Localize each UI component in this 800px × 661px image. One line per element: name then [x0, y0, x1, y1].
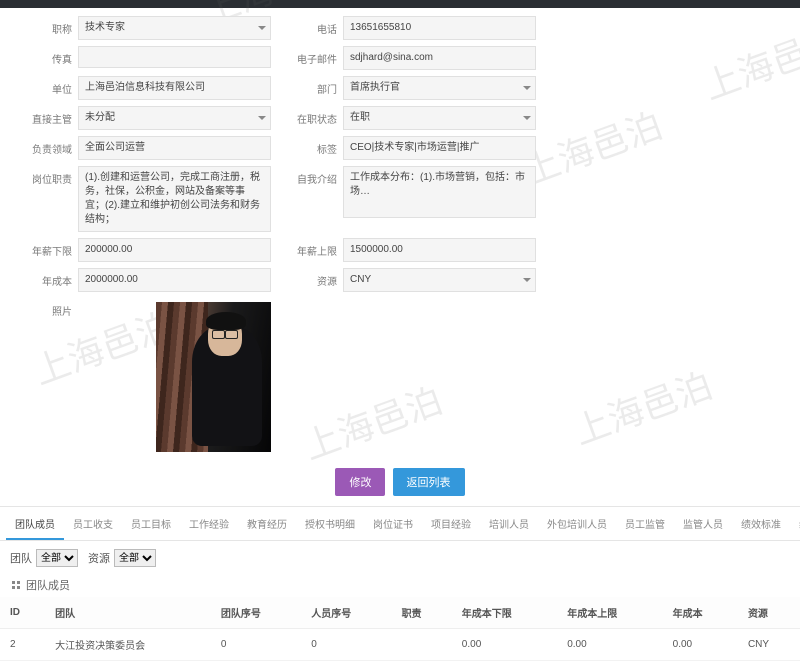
col-header: 团队 — [45, 597, 211, 629]
label-fax: 传真 — [6, 46, 78, 66]
label-phone: 电话 — [271, 16, 343, 36]
col-header: 年成本下限 — [452, 597, 557, 629]
label-salary-high: 年薪上限 — [271, 238, 343, 258]
label-tags: 标签 — [271, 136, 343, 156]
sub-tabs: 团队成员员工收支员工目标工作经验教育经历授权书明细岗位证书项目经验培训人员外包培… — [0, 506, 800, 541]
col-header: 职责 — [392, 597, 452, 629]
field-fax[interactable] — [78, 46, 271, 68]
col-header: 人员序号 — [301, 597, 391, 629]
label-domain: 负责领域 — [6, 136, 78, 156]
field-salary-high[interactable]: 1500000.00 — [343, 238, 536, 262]
field-intro[interactable]: 工作成本分布：(1).市场营销，包括：市场… — [343, 166, 536, 218]
tab-7[interactable]: 项目经验 — [422, 507, 480, 540]
label-intro: 自我介绍 — [271, 166, 343, 186]
label-onjob: 在职状态 — [271, 106, 343, 126]
field-domain[interactable]: 全面公司运营 — [78, 136, 271, 160]
field-duty[interactable]: (1).创建和运营公司，完成工商注册，税务，社保，公积金，网站及备案等事宜；(2… — [78, 166, 271, 232]
label-salary-low: 年薪下限 — [6, 238, 78, 258]
label-company: 单位 — [6, 76, 78, 96]
label-dept: 部门 — [271, 76, 343, 96]
field-company[interactable]: 上海邑泊信息科技有限公司 — [78, 76, 271, 100]
col-header: 团队序号 — [211, 597, 301, 629]
filter-resource-label: 资源 — [88, 550, 110, 566]
label-title: 职称 — [6, 16, 78, 36]
label-duty: 岗位职责 — [6, 166, 78, 186]
col-header: 年成本上限 — [557, 597, 662, 629]
tab-3[interactable]: 工作经验 — [180, 507, 238, 540]
tab-13[interactable]: 绩效评分 — [790, 507, 800, 540]
field-dept[interactable]: 首席执行官 — [343, 76, 536, 100]
field-onjob[interactable]: 在职 — [343, 106, 536, 130]
back-button[interactable]: 返回列表 — [393, 468, 465, 496]
tab-6[interactable]: 岗位证书 — [364, 507, 422, 540]
label-currency: 资源 — [271, 268, 343, 288]
tab-12[interactable]: 绩效标准 — [732, 507, 790, 540]
field-supervisor[interactable]: 未分配 — [78, 106, 271, 130]
employee-form: 职称技术专家 电话13651655810 传真 电子邮件sdjhard@sina… — [0, 8, 800, 462]
field-tags[interactable]: CEO|技术专家|市场运营|推广 — [343, 136, 536, 160]
tab-1[interactable]: 员工收支 — [64, 507, 122, 540]
field-title[interactable]: 技术专家 — [78, 16, 271, 40]
filter-resource-select[interactable]: 全部 — [114, 549, 156, 567]
employee-photo[interactable] — [156, 302, 271, 452]
col-header: 资源 — [738, 597, 800, 629]
team-members-table: ID团队团队序号人员序号职责年成本下限年成本上限年成本资源 2大江投资决策委员会… — [0, 597, 800, 661]
field-currency[interactable]: CNY — [343, 268, 536, 292]
label-email: 电子邮件 — [271, 46, 343, 66]
tab-4[interactable]: 教育经历 — [238, 507, 296, 540]
topbar — [0, 0, 800, 8]
field-phone[interactable]: 13651655810 — [343, 16, 536, 40]
filter-team-label: 团队 — [10, 550, 32, 566]
table-row[interactable]: 2大江投资决策委员会000.000.000.00CNY — [0, 629, 800, 661]
filter-team-select[interactable]: 全部 — [36, 549, 78, 567]
col-header: ID — [0, 597, 45, 629]
tab-11[interactable]: 监管人员 — [674, 507, 732, 540]
tab-2[interactable]: 员工目标 — [122, 507, 180, 540]
label-supervisor: 直接主管 — [6, 106, 78, 126]
field-year-cost[interactable]: 2000000.00 — [78, 268, 271, 292]
action-buttons: 修改 返回列表 — [0, 462, 800, 506]
field-email[interactable]: sdjhard@sina.com — [343, 46, 536, 70]
tab-8[interactable]: 培训人员 — [480, 507, 538, 540]
filter-bar: 团队 全部 资源 全部 — [0, 541, 800, 571]
label-photo: 照片 — [6, 298, 78, 318]
field-salary-low[interactable]: 200000.00 — [78, 238, 271, 262]
label-year-cost: 年成本 — [6, 268, 78, 288]
section-title: 团队成员 — [0, 571, 800, 597]
col-header: 年成本 — [663, 597, 738, 629]
edit-button[interactable]: 修改 — [335, 468, 385, 496]
tab-9[interactable]: 外包培训人员 — [538, 507, 616, 540]
tab-0[interactable]: 团队成员 — [6, 507, 64, 540]
tab-5[interactable]: 授权书明细 — [296, 507, 364, 540]
tab-10[interactable]: 员工监管 — [616, 507, 674, 540]
